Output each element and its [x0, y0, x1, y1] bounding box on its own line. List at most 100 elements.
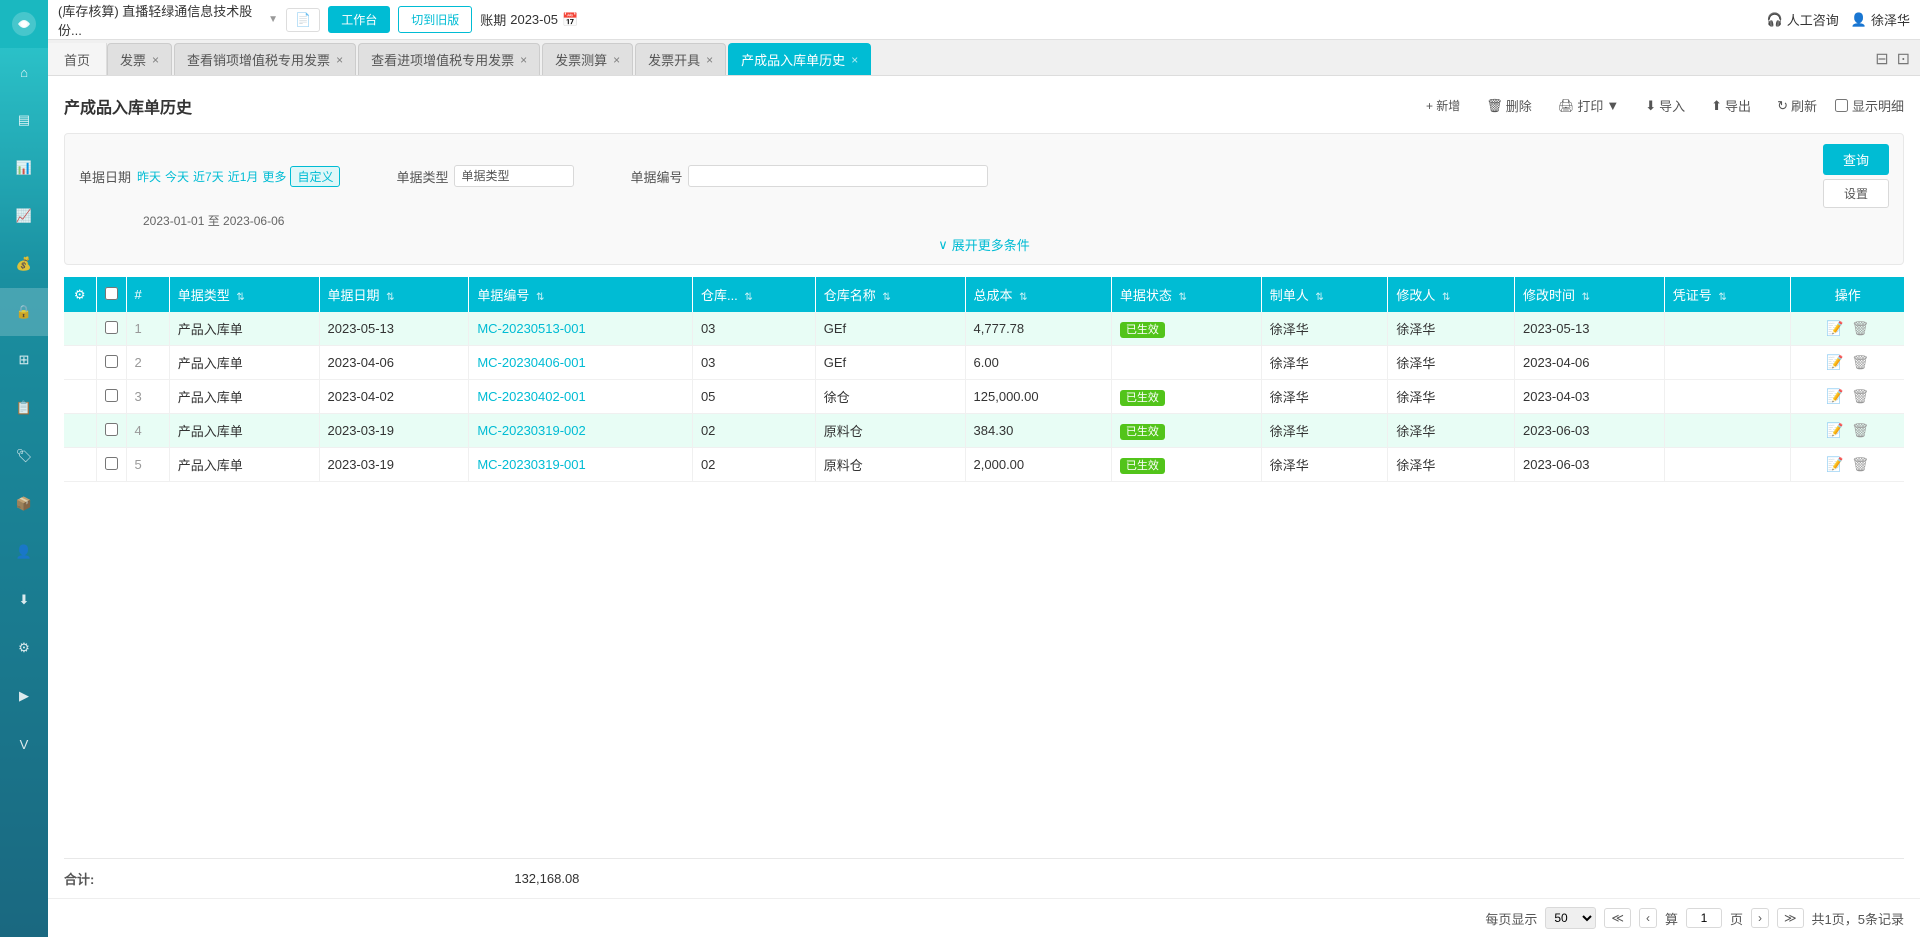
row-checkbox[interactable] — [105, 423, 118, 436]
sidebar-item-lock[interactable]: 🔒 — [0, 288, 48, 336]
maximize-icon[interactable]: ⊡ — [1895, 47, 1912, 71]
col-date[interactable]: 单据日期 ⇅ — [319, 277, 469, 312]
tab-sales-vat[interactable]: 查看销项增值税专用发票 × — [174, 43, 356, 75]
row-checkbox[interactable] — [105, 321, 118, 334]
print-button[interactable]: 🖨 打印 ▼ — [1550, 92, 1627, 119]
workbench-button[interactable]: 工作台 — [328, 6, 390, 33]
app-logo[interactable] — [0, 0, 48, 48]
quick-date-1month[interactable]: 近1月 — [228, 168, 259, 185]
quick-date-7days[interactable]: 近7天 — [193, 168, 224, 185]
col-type[interactable]: 单据类型 ⇅ — [169, 277, 319, 312]
delete-row-icon[interactable]: 🗑 — [1851, 354, 1869, 370]
type-select[interactable]: 单据类型 产品入库单 — [454, 165, 574, 187]
last-page-button[interactable]: ≫ — [1777, 908, 1804, 928]
sidebar-item-media[interactable]: ▶ — [0, 672, 48, 720]
tab-product-history-close[interactable]: × — [851, 53, 858, 67]
sidebar-item-orders[interactable]: 📋 — [0, 384, 48, 432]
row-number[interactable]: MC-20230319-002 — [469, 414, 693, 448]
row-checkbox-cell[interactable] — [96, 414, 126, 448]
edit-icon[interactable]: 📝 — [1826, 422, 1843, 438]
quick-date-today[interactable]: 今天 — [165, 168, 189, 185]
col-warehouse-name[interactable]: 仓库名称 ⇅ — [815, 277, 965, 312]
export-button[interactable]: ⬆ 导出 — [1703, 92, 1759, 119]
select-all-checkbox[interactable] — [105, 287, 118, 300]
tab-invoice-issue[interactable]: 发票开具 × — [635, 43, 726, 75]
switch-old-button[interactable]: 切到旧版 — [398, 6, 472, 33]
row-number[interactable]: MC-20230402-001 — [469, 380, 693, 414]
edit-icon[interactable]: 📝 — [1826, 354, 1843, 370]
first-page-button[interactable]: ≪ — [1604, 908, 1631, 928]
row-checkbox-cell[interactable] — [96, 448, 126, 482]
delete-row-icon[interactable]: 🗑 — [1851, 456, 1869, 472]
tab-purchase-vat[interactable]: 查看进项增值税专用发票 × — [358, 43, 540, 75]
company-selector[interactable]: (库存核算) 直播轻绿通信息技术股份... ▼ — [58, 1, 278, 39]
minimize-icon[interactable]: ⊟ — [1873, 47, 1890, 71]
quick-date-yesterday[interactable]: 昨天 — [137, 168, 161, 185]
row-number[interactable]: MC-20230513-001 — [469, 312, 693, 346]
quick-date-more[interactable]: 更多 — [262, 168, 286, 185]
col-checkbox[interactable] — [96, 277, 126, 312]
help-btn[interactable]: 🎧 人工咨询 — [1767, 10, 1839, 29]
show-detail-checkbox[interactable] — [1835, 99, 1848, 112]
col-total-cost[interactable]: 总成本 ⇅ — [965, 277, 1111, 312]
tab-product-history[interactable]: 产成品入库单历史 × — [728, 43, 871, 75]
sidebar-item-download[interactable]: ⬇ — [0, 576, 48, 624]
tab-invoice[interactable]: 发票 × — [107, 43, 172, 75]
sidebar-item-home[interactable]: ⌂ — [0, 48, 48, 96]
sidebar-item-inventory[interactable]: 📦 — [0, 480, 48, 528]
row-checkbox-cell[interactable] — [96, 380, 126, 414]
edit-icon[interactable]: 📝 — [1826, 388, 1843, 404]
sidebar-item-version[interactable]: V — [0, 720, 48, 768]
tab-invoice-close[interactable]: × — [152, 53, 159, 67]
sidebar-item-users[interactable]: 👤 — [0, 528, 48, 576]
row-number[interactable]: MC-20230319-001 — [469, 448, 693, 482]
col-status[interactable]: 单据状态 ⇅ — [1111, 277, 1261, 312]
tab-purchase-vat-close[interactable]: × — [520, 53, 527, 67]
new-button[interactable]: + 新增 — [1418, 93, 1468, 118]
sidebar-item-settings[interactable]: ⚙ — [0, 624, 48, 672]
row-checkbox-cell[interactable] — [96, 346, 126, 380]
per-page-select[interactable]: 50 100 200 — [1545, 907, 1596, 929]
setting-button[interactable]: 设置 — [1823, 179, 1889, 208]
page-input[interactable] — [1686, 908, 1722, 928]
sidebar-item-chart[interactable]: 📊 — [0, 144, 48, 192]
row-number[interactable]: MC-20230406-001 — [469, 346, 693, 380]
col-modifier[interactable]: 修改人 ⇅ — [1388, 277, 1515, 312]
prev-page-button[interactable]: ‹ — [1639, 908, 1657, 928]
sidebar-item-docs[interactable]: ▤ — [0, 96, 48, 144]
tab-invoice-calc[interactable]: 发票测算 × — [542, 43, 633, 75]
col-voucher[interactable]: 凭证号 ⇅ — [1664, 277, 1791, 312]
edit-icon[interactable]: 📝 — [1826, 320, 1843, 336]
edit-icon[interactable]: 📝 — [1826, 456, 1843, 472]
doc-btn[interactable]: 📄 — [286, 8, 320, 32]
user-profile[interactable]: 👤 徐泽华 — [1851, 10, 1910, 29]
row-checkbox[interactable] — [105, 389, 118, 402]
col-settings[interactable]: ⚙ — [64, 277, 96, 312]
sidebar-item-wallet[interactable]: 💰 — [0, 240, 48, 288]
refresh-button[interactable]: ↻ 刷新 — [1769, 92, 1825, 119]
delete-row-icon[interactable]: 🗑 — [1851, 422, 1869, 438]
col-creator[interactable]: 制单人 ⇅ — [1261, 277, 1388, 312]
sidebar-item-grid[interactable]: ⊞ — [0, 336, 48, 384]
expand-more-btn[interactable]: ∨ 展开更多条件 — [79, 235, 1889, 254]
sidebar-item-tag[interactable]: 🏷 — [0, 432, 48, 480]
search-button[interactable]: 查询 — [1823, 144, 1889, 175]
number-input[interactable] — [688, 165, 988, 187]
next-page-button[interactable]: › — [1751, 908, 1769, 928]
delete-row-icon[interactable]: 🗑 — [1851, 388, 1869, 404]
custom-date-tag[interactable]: 自定义 — [290, 166, 340, 187]
tab-sales-vat-close[interactable]: × — [336, 53, 343, 67]
tab-invoice-issue-close[interactable]: × — [706, 53, 713, 67]
col-warehouse-code[interactable]: 仓库... ⇅ — [692, 277, 815, 312]
import-button[interactable]: ⬇ 导入 — [1637, 92, 1693, 119]
row-checkbox[interactable] — [105, 457, 118, 470]
row-checkbox[interactable] — [105, 355, 118, 368]
calendar-icon[interactable]: 📅 — [562, 12, 578, 28]
col-number[interactable]: 单据编号 ⇅ — [469, 277, 693, 312]
col-modify-time[interactable]: 修改时间 ⇅ — [1514, 277, 1664, 312]
tab-invoice-calc-close[interactable]: × — [613, 53, 620, 67]
tab-home[interactable]: 首页 — [48, 43, 107, 75]
delete-row-icon[interactable]: 🗑 — [1851, 320, 1869, 336]
row-checkbox-cell[interactable] — [96, 312, 126, 346]
delete-button[interactable]: 🗑 删除 — [1478, 92, 1540, 119]
